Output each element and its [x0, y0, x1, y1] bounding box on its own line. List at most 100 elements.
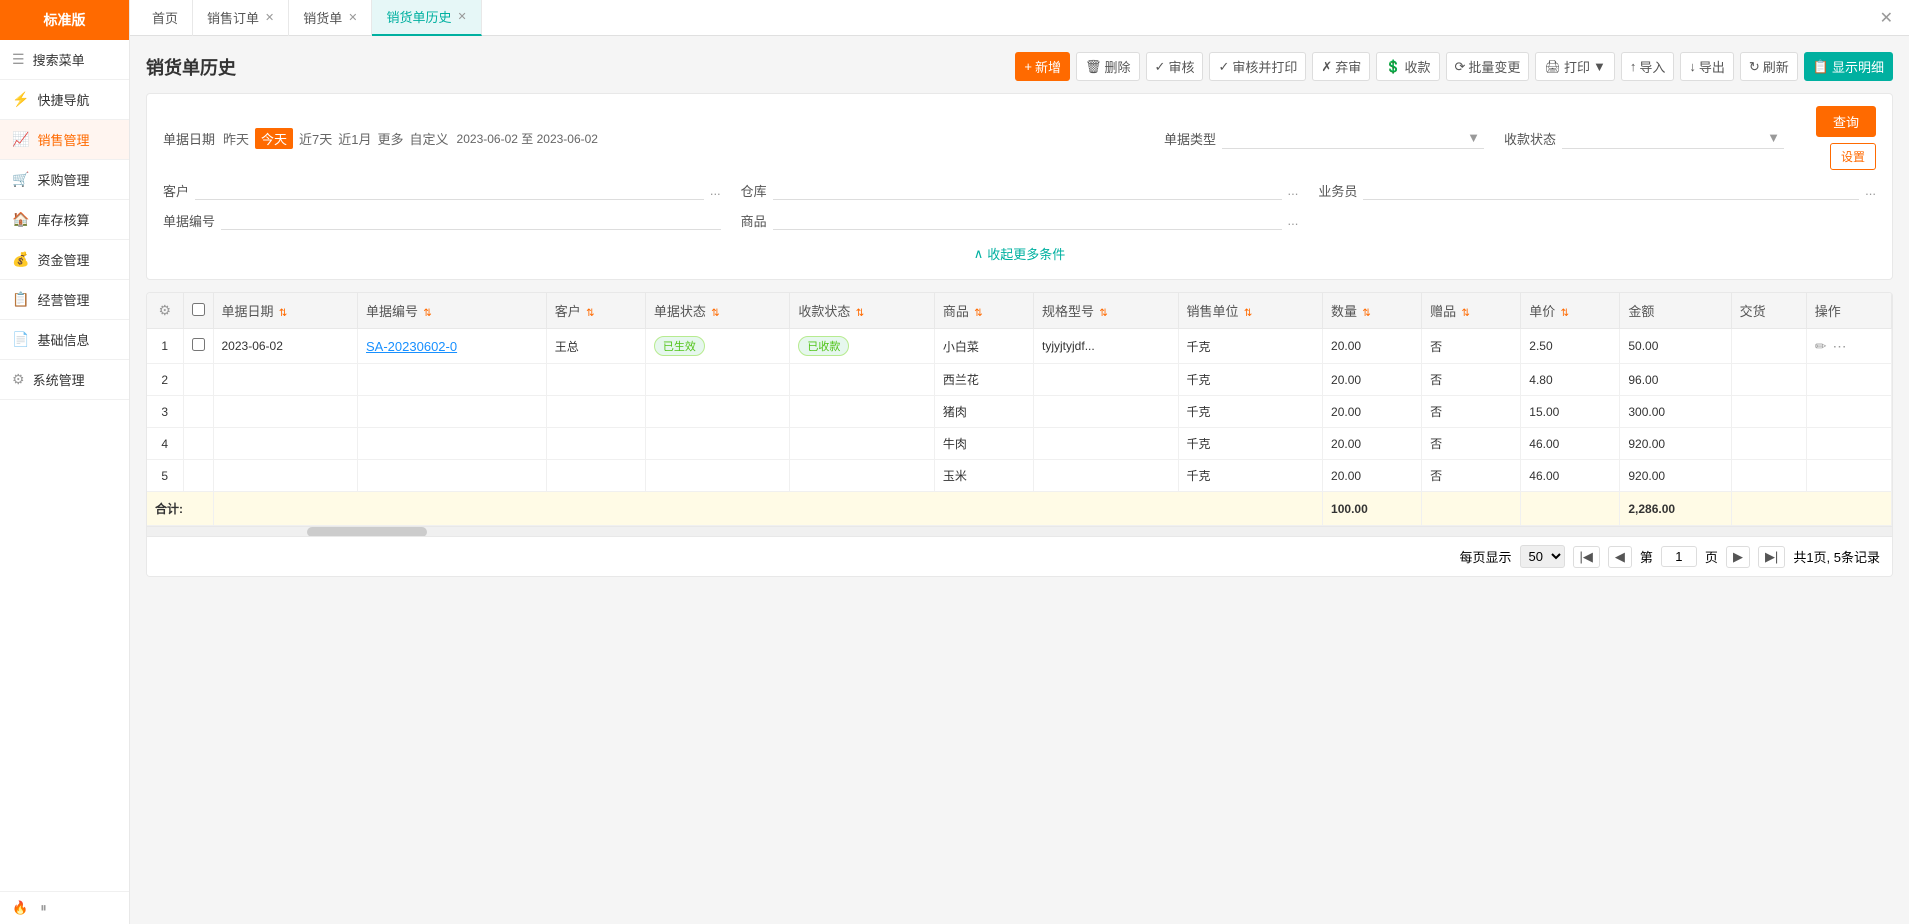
col-amount: 金额 — [1620, 293, 1731, 329]
select-all-checkbox[interactable] — [192, 303, 205, 316]
doc-type-select[interactable]: ▼ — [1222, 127, 1484, 149]
import-button[interactable]: ↑ 导入 — [1621, 52, 1675, 81]
summary-empty4 — [1731, 492, 1891, 526]
tab-close-icon[interactable]: ✕ — [348, 11, 357, 24]
shortcut-more[interactable]: 更多 — [378, 129, 404, 148]
row-num: 5 — [147, 460, 183, 492]
goods-input[interactable] — [773, 210, 1282, 230]
print-button[interactable]: 🖨 打印 ▼ — [1535, 52, 1614, 81]
sidebar-item-system-mgmt[interactable]: ⚙ 系统管理 — [0, 360, 129, 400]
next-page-button[interactable]: ▶ — [1726, 546, 1750, 568]
pause-icon[interactable]: ⏸ — [40, 900, 47, 916]
prev-page-button[interactable]: ◀ — [1608, 546, 1632, 568]
row-doc-no — [358, 460, 547, 492]
doc-no-link[interactable]: SA-20230602-0 — [366, 339, 457, 354]
col-goods[interactable]: 商品 ⇅ — [934, 293, 1033, 329]
sidebar-item-quick-nav[interactable]: ⚡ 快捷导航 — [0, 80, 129, 120]
warehouse-input[interactable] — [773, 180, 1282, 200]
row-goods: 玉米 — [934, 460, 1033, 492]
staff-input[interactable] — [1363, 180, 1859, 200]
abandon-button[interactable]: ✗ 弃审 — [1312, 52, 1370, 81]
doc-no-input[interactable] — [221, 210, 721, 230]
gear-icon[interactable]: ⚙ — [158, 302, 171, 318]
tab-close-icon[interactable]: ✕ — [458, 10, 467, 23]
payment-status-select[interactable]: ▼ — [1562, 127, 1784, 149]
close-all-tabs-button[interactable]: ✕ — [1872, 8, 1901, 28]
row-goods: 牛肉 — [934, 428, 1033, 460]
col-gear[interactable]: ⚙ — [147, 293, 183, 329]
row-sales-unit: 千克 — [1178, 364, 1323, 396]
row-select-checkbox[interactable] — [192, 338, 205, 351]
table-row: 1 2023-06-02 SA-20230602-0 王总 已生效 — [147, 329, 1892, 364]
shortcut-today[interactable]: 今天 — [255, 128, 293, 149]
customer-input[interactable] — [195, 180, 704, 200]
tab-sales-goods-history[interactable]: 销货单历史 ✕ — [372, 0, 481, 36]
sort-icon: ⇅ — [1561, 308, 1569, 319]
toolbar: + 新增 🗑 删除 ✓ 审核 ✓ 审核并打印 ✗ 弃审 — [1015, 52, 1893, 81]
add-button[interactable]: + 新增 — [1015, 52, 1070, 81]
row-spec-type: tyjyjtyjdf... — [1034, 329, 1179, 364]
col-doc-status[interactable]: 单据状态 ⇅ — [645, 293, 790, 329]
sort-icon: ⇅ — [423, 308, 431, 319]
staff-dots[interactable]: ... — [1865, 183, 1876, 198]
row-checkbox — [183, 428, 213, 460]
row-payment-status — [790, 364, 935, 396]
sidebar-item-label: 快捷导航 — [37, 90, 89, 109]
last-page-button[interactable]: ▶| — [1758, 546, 1785, 568]
sidebar-item-inventory[interactable]: 🏠 库存核算 — [0, 200, 129, 240]
shortcut-custom[interactable]: 自定义 — [410, 129, 449, 148]
query-button[interactable]: 查询 — [1816, 106, 1876, 137]
col-doc-date[interactable]: 单据日期 ⇅ — [213, 293, 358, 329]
shortcut-7days[interactable]: 近7天 — [299, 129, 332, 148]
col-doc-no[interactable]: 单据编号 ⇅ — [358, 293, 547, 329]
horizontal-scrollbar[interactable] — [147, 526, 1892, 536]
delete-button[interactable]: 🗑 删除 — [1076, 52, 1140, 81]
tab-close-icon[interactable]: ✕ — [265, 11, 274, 24]
col-unit-price[interactable]: 单价 ⇅ — [1521, 293, 1620, 329]
display-icon: 📋 — [1813, 59, 1829, 75]
row-sales-unit: 千克 — [1178, 329, 1323, 364]
shortcut-1month[interactable]: 近1月 — [338, 129, 371, 148]
settings-button[interactable]: 设置 — [1830, 143, 1876, 170]
col-sales-unit[interactable]: 销售单位 ⇅ — [1178, 293, 1323, 329]
col-payment-status[interactable]: 收款状态 ⇅ — [790, 293, 935, 329]
sidebar-item-finance[interactable]: 💰 资金管理 — [0, 240, 129, 280]
customer-dots[interactable]: ... — [710, 183, 721, 198]
tab-home[interactable]: 首页 — [138, 0, 193, 36]
fire-icon[interactable]: 🔥 — [12, 900, 28, 916]
collapse-button[interactable]: ∧ 收起更多条件 — [163, 240, 1876, 267]
sidebar-item-sales-mgmt[interactable]: 📈 销售管理 — [0, 120, 129, 160]
tab-sales-goods[interactable]: 销货单 ✕ — [289, 0, 372, 36]
shortcut-yesterday[interactable]: 昨天 — [223, 129, 249, 148]
refresh-button[interactable]: ↻ 刷新 — [1740, 52, 1798, 81]
row-trade — [1731, 329, 1806, 364]
sidebar-item-label: 库存核算 — [37, 210, 89, 229]
first-page-button[interactable]: |◀ — [1573, 546, 1600, 568]
tab-sales-order[interactable]: 销售订单 ✕ — [193, 0, 289, 36]
sidebar-item-operations[interactable]: 📋 经营管理 — [0, 280, 129, 320]
sidebar-item-search-menu[interactable]: ☰ 搜索菜单 — [0, 40, 129, 80]
col-customer[interactable]: 客户 ⇅ — [546, 293, 645, 329]
sidebar-item-purchase-mgmt[interactable]: 🛒 采购管理 — [0, 160, 129, 200]
export-button[interactable]: ↓ 导出 — [1680, 52, 1734, 81]
row-payment-status — [790, 428, 935, 460]
col-spec-type[interactable]: 规格型号 ⇅ — [1034, 293, 1179, 329]
per-page-select[interactable]: 50 — [1520, 545, 1565, 568]
more-icon[interactable]: ⋯ — [1833, 338, 1847, 355]
goods-dots[interactable]: ... — [1288, 213, 1299, 228]
row-gift: 否 — [1422, 428, 1521, 460]
warehouse-dots[interactable]: ... — [1288, 183, 1299, 198]
col-quantity[interactable]: 数量 ⇅ — [1323, 293, 1422, 329]
display-detail-button[interactable]: 📋 显示明细 — [1804, 52, 1893, 81]
page-number-input[interactable] — [1661, 546, 1697, 567]
col-gift[interactable]: 赠品 ⇅ — [1422, 293, 1521, 329]
audit-print-button[interactable]: ✓ 审核并打印 — [1209, 52, 1306, 81]
batch-change-button[interactable]: ⟳ 批量变更 — [1446, 52, 1530, 81]
sidebar-item-basic-info[interactable]: 📄 基础信息 — [0, 320, 129, 360]
edit-icon[interactable]: ✏ — [1815, 338, 1827, 355]
dropdown-icon: ▼ — [1593, 59, 1606, 74]
receive-button[interactable]: 💲 收款 — [1376, 52, 1439, 81]
audit-button[interactable]: ✓ 审核 — [1146, 52, 1204, 81]
row-doc-no — [358, 396, 547, 428]
import-icon: ↑ — [1630, 59, 1637, 74]
